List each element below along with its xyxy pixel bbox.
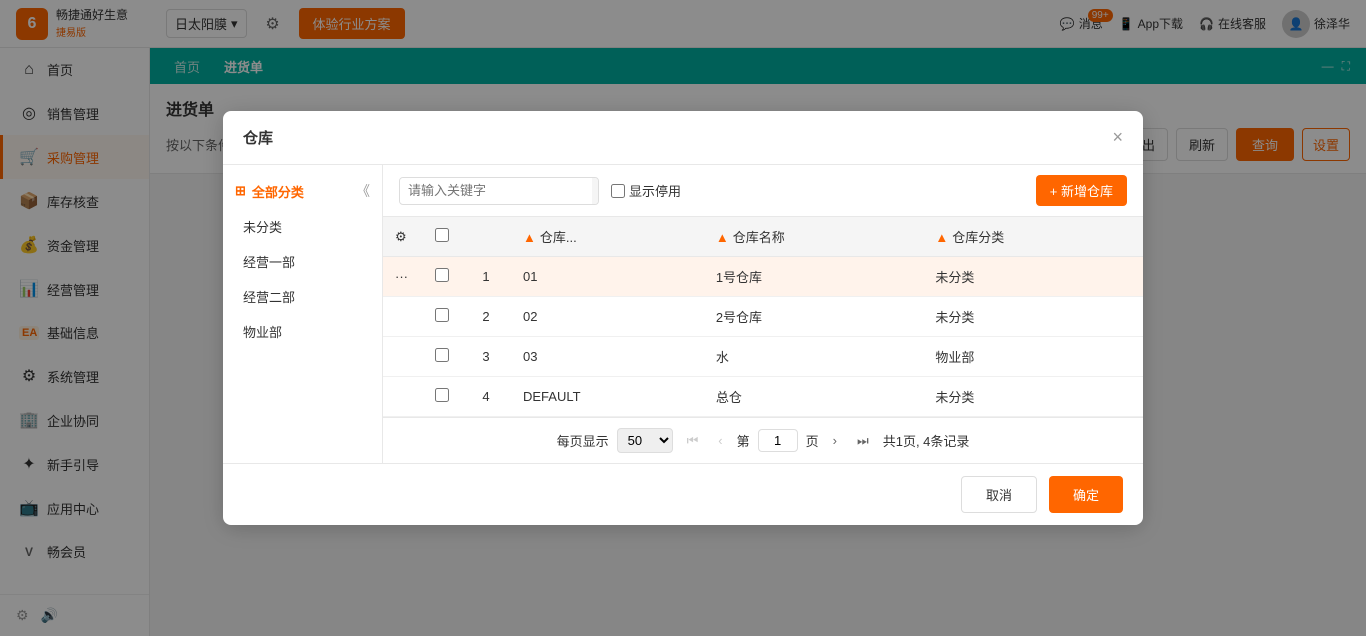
- next-page-btn[interactable]: ›: [827, 431, 843, 450]
- cancel-button[interactable]: 取消: [961, 476, 1037, 513]
- new-warehouse-button[interactable]: + 新增仓库: [1036, 175, 1127, 206]
- search-icon[interactable]: 🔍: [592, 178, 599, 204]
- modal-table-wrap: ⚙ ▲仓库... ▲仓库名称 ▲仓库分类 ···: [383, 217, 1143, 417]
- row-action-3: [383, 337, 423, 377]
- page-number-input[interactable]: [758, 429, 798, 452]
- row-checkbox-4[interactable]: [423, 377, 461, 417]
- modal-header: 仓库 ×: [223, 111, 1143, 165]
- table-row[interactable]: ··· 1 01 1号仓库 未分类: [383, 257, 1143, 297]
- row-cat-2: 未分类: [923, 297, 1143, 337]
- per-page-select[interactable]: 50 100 200: [617, 428, 673, 453]
- table-head: ⚙ ▲仓库... ▲仓库名称 ▲仓库分类: [383, 217, 1143, 257]
- table-row[interactable]: 4 DEFAULT 总仓 未分类: [383, 377, 1143, 417]
- modal-toolbar: 🔍 显示停用 + 新增仓库: [383, 165, 1143, 217]
- row-name-2: 2号仓库: [704, 297, 924, 337]
- warehouse-table: ⚙ ▲仓库... ▲仓库名称 ▲仓库分类 ···: [383, 217, 1143, 417]
- cat-item-uncategorized[interactable]: 未分类: [223, 209, 382, 244]
- row-code-1: 01: [511, 257, 704, 297]
- modal-footer: 取消 确定: [223, 463, 1143, 525]
- show-disabled-checkbox[interactable]: [611, 184, 625, 198]
- search-box: 🔍: [399, 177, 599, 205]
- cat-collapse-icon[interactable]: 《: [356, 181, 370, 201]
- show-disabled-label[interactable]: 显示停用: [611, 181, 681, 200]
- cat-item-label-dept2: 经营二部: [243, 290, 295, 305]
- row-action: ···: [383, 257, 423, 297]
- modal-title: 仓库: [243, 127, 273, 148]
- page-suffix-label: 页: [806, 431, 819, 450]
- search-input[interactable]: [400, 178, 592, 203]
- row-action-4: [383, 377, 423, 417]
- th-category: ▲仓库分类: [923, 217, 1143, 257]
- cat-item-dept1[interactable]: 经营一部: [223, 244, 382, 279]
- row-cat-4: 未分类: [923, 377, 1143, 417]
- select-all-checkbox[interactable]: [435, 228, 449, 242]
- row-action-2: [383, 297, 423, 337]
- th-check: [423, 217, 461, 257]
- th-name: ▲仓库名称: [704, 217, 924, 257]
- grid-icon: ⊞: [235, 183, 246, 199]
- th-index: [461, 217, 511, 257]
- table-row[interactable]: 3 03 水 物业部: [383, 337, 1143, 377]
- cat-item-label-dept1: 经营一部: [243, 255, 295, 270]
- modal-overlay[interactable]: 仓库 × ⊞ 全部分类 《 未分类 经营一部: [0, 0, 1366, 636]
- row-name-1: 1号仓库: [704, 257, 924, 297]
- warehouse-modal: 仓库 × ⊞ 全部分类 《 未分类 经营一部: [223, 111, 1143, 525]
- modal-main: 🔍 显示停用 + 新增仓库 ⚙: [383, 165, 1143, 463]
- th-code: ▲仓库...: [511, 217, 704, 257]
- cat-item-dept2[interactable]: 经营二部: [223, 279, 382, 314]
- first-page-btn[interactable]: ⏮: [681, 431, 705, 451]
- row-checkbox-2[interactable]: [423, 297, 461, 337]
- last-page-btn[interactable]: ⏭: [851, 431, 875, 451]
- row-name-4: 总仓: [704, 377, 924, 417]
- row-cat-3: 物业部: [923, 337, 1143, 377]
- row-num-4: 4: [461, 377, 511, 417]
- row-checkbox-3[interactable]: [423, 337, 461, 377]
- row-num-1: 1: [461, 257, 511, 297]
- th-gear: ⚙: [383, 217, 423, 257]
- cat-all-item[interactable]: ⊞ 全部分类: [235, 182, 304, 201]
- row-num-3: 3: [461, 337, 511, 377]
- modal-close-button[interactable]: ×: [1112, 127, 1123, 148]
- confirm-button[interactable]: 确定: [1049, 476, 1123, 513]
- total-label: 共1页, 4条记录: [883, 431, 970, 450]
- pagination: 每页显示 50 100 200 ⏮ ‹ 第 页 › ⏭ 共1页, 4条记录: [383, 417, 1143, 463]
- table-row[interactable]: 2 02 2号仓库 未分类: [383, 297, 1143, 337]
- cat-item-label: 未分类: [243, 220, 282, 235]
- row-code-4: DEFAULT: [511, 377, 704, 417]
- cat-header: ⊞ 全部分类 《: [223, 173, 382, 209]
- cat-item-property[interactable]: 物业部: [223, 314, 382, 349]
- row-num-2: 2: [461, 297, 511, 337]
- per-page-label: 每页显示: [557, 431, 609, 450]
- row-checkbox-1[interactable]: [423, 257, 461, 297]
- show-disabled-text: 显示停用: [629, 181, 681, 200]
- prev-page-btn[interactable]: ‹: [712, 431, 728, 450]
- row-cat-1: 未分类: [923, 257, 1143, 297]
- table-header-row: ⚙ ▲仓库... ▲仓库名称 ▲仓库分类: [383, 217, 1143, 257]
- cat-item-label-property: 物业部: [243, 325, 282, 340]
- table-body: ··· 1 01 1号仓库 未分类 2 02: [383, 257, 1143, 417]
- row-name-3: 水: [704, 337, 924, 377]
- category-sidebar: ⊞ 全部分类 《 未分类 经营一部 经营二部 物业部: [223, 165, 383, 463]
- cat-all-label: 全部分类: [252, 182, 304, 201]
- modal-body: ⊞ 全部分类 《 未分类 经营一部 经营二部 物业部: [223, 165, 1143, 463]
- row-code-2: 02: [511, 297, 704, 337]
- page-prefix-label: 第: [737, 431, 750, 450]
- row-code-3: 03: [511, 337, 704, 377]
